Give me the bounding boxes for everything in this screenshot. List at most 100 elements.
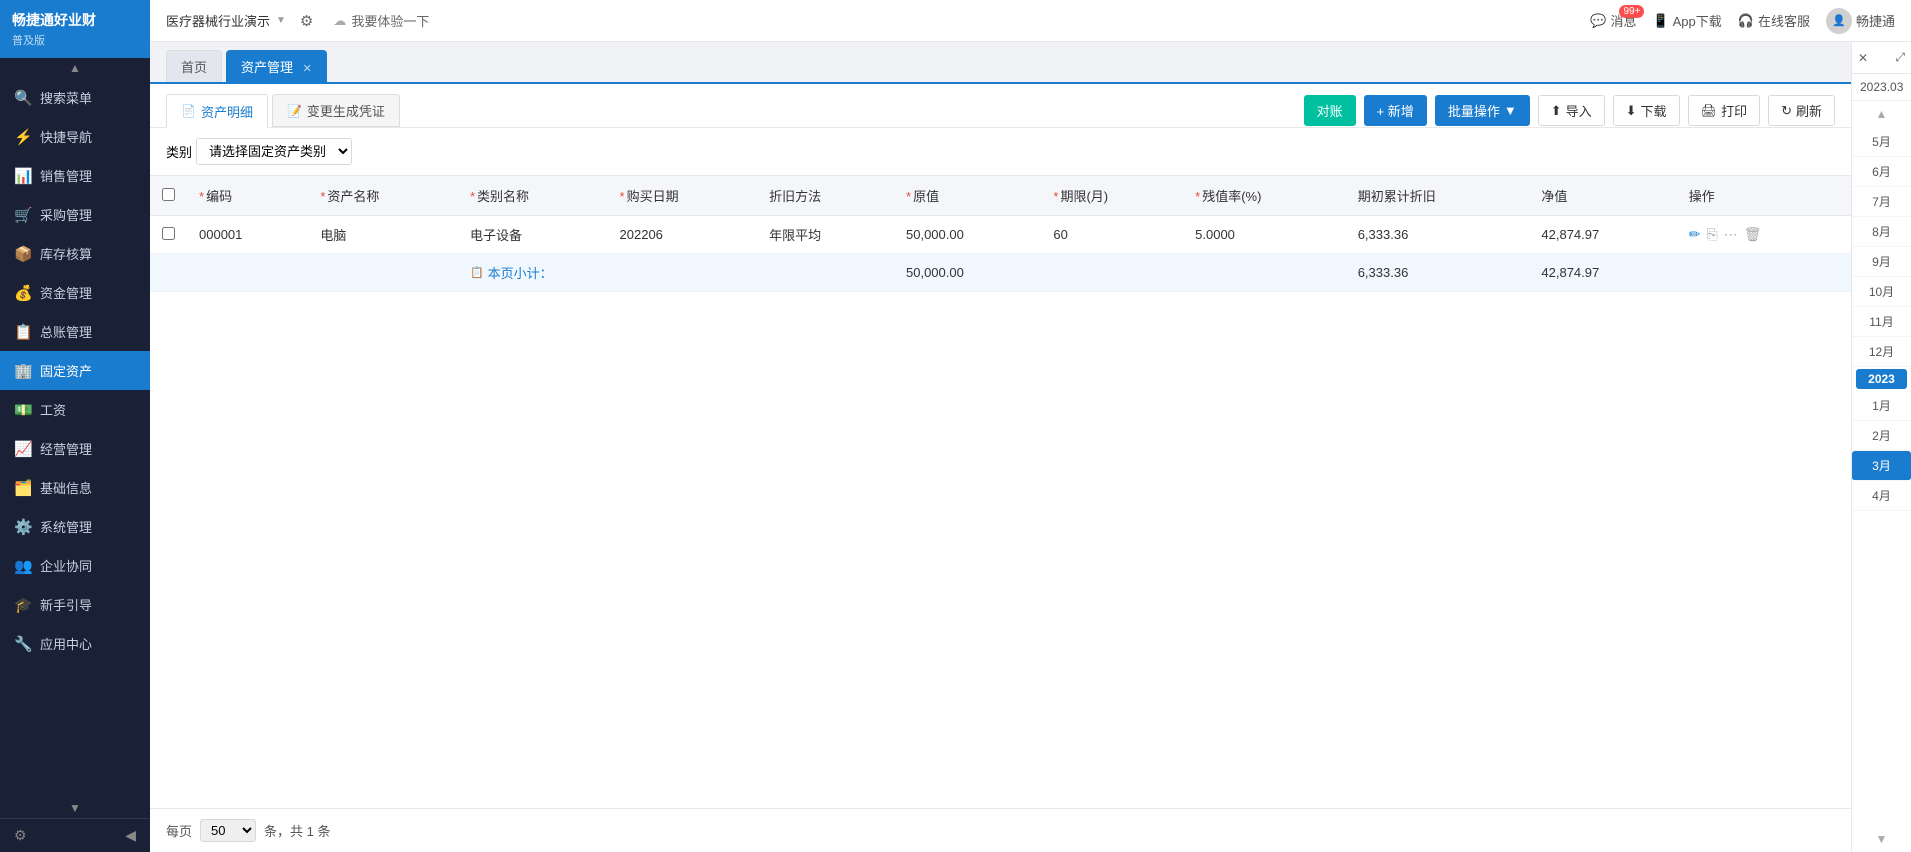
row-net-value-0: 42,874.97 <box>1529 216 1676 254</box>
month-item-prev[interactable]: 7月 <box>1852 187 1911 217</box>
company-dropdown-arrow: ▼ <box>276 15 286 26</box>
sidebar-item-collab[interactable]: 👥企业协同 <box>0 546 150 585</box>
subtotal-original-value: 50,000.00 <box>894 254 1041 292</box>
month-item-current[interactable]: 1月 <box>1852 391 1911 421</box>
sidebar-scroll-down[interactable]: ▼ <box>0 798 150 818</box>
panel-up-arrow[interactable]: ▲ <box>1874 105 1890 123</box>
sidebar-icon-inventory: 📦 <box>14 245 32 263</box>
sidebar-item-fixed[interactable]: 🏢固定资产 <box>0 351 150 390</box>
reconcile-button[interactable]: 对账 <box>1304 95 1356 126</box>
sub-tab-asset-detail[interactable]: 📄 资产明细 <box>166 94 268 128</box>
sidebar-item-purchase[interactable]: 🛒采购管理 <box>0 195 150 234</box>
settings-icon[interactable]: ⚙ <box>14 827 27 844</box>
tab-close-icon[interactable]: ✕ <box>303 63 312 75</box>
sidebar-item-ops[interactable]: 📈经营管理 <box>0 429 150 468</box>
company-selector[interactable]: 医疗器械行业演示 ▼ <box>166 11 286 30</box>
page-content: 首页 资产管理 ✕ 📄 资产明细 📝 变更生成凭证 <box>150 42 1851 852</box>
current-year-label[interactable]: 2023 <box>1856 369 1907 389</box>
user-avatar[interactable]: 👤 畅捷通 <box>1826 8 1895 34</box>
import-button[interactable]: ⬆ 导入 <box>1538 95 1605 126</box>
download-button[interactable]: ⬇ 下载 <box>1613 95 1680 126</box>
sidebar-item-capital[interactable]: 💰资金管理 <box>0 273 150 312</box>
new-button[interactable]: + 新增 <box>1364 95 1427 126</box>
month-item-prev[interactable]: 6月 <box>1852 157 1911 187</box>
sub-tab-voucher[interactable]: 📝 变更生成凭证 <box>272 94 400 127</box>
sub-tabs: 📄 资产明细 📝 变更生成凭证 对账 + 新增 <box>150 84 1851 128</box>
month-item-prev[interactable]: 11月 <box>1852 307 1911 337</box>
tab-home[interactable]: 首页 <box>166 50 222 82</box>
month-item-current[interactable]: 4月 <box>1852 481 1911 511</box>
row-name-0: 电脑 <box>308 216 458 254</box>
sidebar-item-payroll[interactable]: 💵工资 <box>0 390 150 429</box>
sidebar-label-payroll: 工资 <box>40 400 66 419</box>
sidebar-label-purchase: 采购管理 <box>40 205 92 224</box>
row-checkbox-0[interactable] <box>162 227 175 240</box>
copy-icon-0[interactable]: ⎘ <box>1707 226 1718 243</box>
batch-button[interactable]: 批量操作 ▼ <box>1435 95 1530 126</box>
sidebar-item-basic[interactable]: 🗂️基础信息 <box>0 468 150 507</box>
logo-title: 畅捷通好业财 <box>12 10 96 30</box>
delete-icon-0[interactable]: 🗑 <box>1744 226 1762 243</box>
category-select[interactable]: 请选择固定资产类别 <box>196 138 352 165</box>
sidebar-item-search[interactable]: 🔍搜索菜单 <box>0 78 150 117</box>
sidebar-item-system[interactable]: ⚙️系统管理 <box>0 507 150 546</box>
sidebar-icon-sales: 📊 <box>14 167 32 185</box>
collapse-icon[interactable]: ◀ <box>125 827 136 844</box>
month-item-current[interactable]: 2月 <box>1852 421 1911 451</box>
panel-nav-up: ▲ <box>1852 101 1911 127</box>
sidebar-icon-guide: 🎓 <box>14 596 32 614</box>
sidebar-icon-apps: 🔧 <box>14 635 32 653</box>
row-code-0: 000001 <box>187 216 308 254</box>
month-item-prev[interactable]: 8月 <box>1852 217 1911 247</box>
username-label: 畅捷通 <box>1856 11 1895 30</box>
panel-close-icon[interactable]: ✕ <box>1858 51 1868 65</box>
month-item-current[interactable]: 3月 <box>1852 451 1911 481</box>
sidebar-bottom: ⚙ ◀ <box>0 818 150 852</box>
tab-asset-management[interactable]: 资产管理 ✕ <box>226 50 327 82</box>
panel-expand-icon[interactable]: ⤢ <box>1895 50 1905 65</box>
online-service-button[interactable]: 🎧 在线客服 <box>1738 11 1810 30</box>
month-item-prev[interactable]: 5月 <box>1852 127 1911 157</box>
th-code: *编码 <box>187 176 308 216</box>
per-page-select[interactable]: 50 10 20 100 <box>200 819 256 842</box>
inner-page: 📄 资产明细 📝 变更生成凭证 对账 + 新增 <box>150 82 1851 852</box>
th-category: *类别名称 <box>458 176 608 216</box>
sidebar-item-ledger[interactable]: 📋总账管理 <box>0 312 150 351</box>
sidebar-scroll-up[interactable]: ▲ <box>0 58 150 78</box>
message-button[interactable]: 💬 消息 99+ <box>1590 11 1636 30</box>
sidebar-item-sales[interactable]: 📊销售管理 <box>0 156 150 195</box>
sidebar-label-guide: 新手引导 <box>40 595 92 614</box>
logo-subtitle: 普及版 <box>12 32 45 48</box>
sidebar-icon-collab: 👥 <box>14 557 32 575</box>
message-badge: 99+ <box>1619 5 1644 18</box>
more-icon-0[interactable]: ⋯ <box>1724 226 1738 243</box>
sidebar: 畅捷通好业财 普及版 ▲ 🔍搜索菜单⚡快捷导航📊销售管理🛒采购管理 📦 库存核算 💰资… <box>0 0 150 852</box>
voucher-icon: 📝 <box>287 104 302 118</box>
edit-icon-0[interactable]: ✏ <box>1689 226 1701 243</box>
month-item-prev[interactable]: 10月 <box>1852 277 1911 307</box>
sidebar-label-inventory: 库存核算 <box>40 244 92 263</box>
app-download-button[interactable]: 📱 App下载 <box>1652 11 1721 30</box>
sidebar-item-inventory[interactable]: 📦 库存核算 <box>0 234 150 273</box>
sub-tab-voucher-label: 变更生成凭证 <box>307 101 385 120</box>
settings-gear-icon[interactable]: ⚙ <box>300 12 313 30</box>
row-original-value-0: 50,000.00 <box>894 216 1041 254</box>
month-item-prev[interactable]: 9月 <box>1852 247 1911 277</box>
sidebar-item-apps[interactable]: 🔧 应用中心 <box>0 624 150 663</box>
row-dep-method-0: 年限平均 <box>757 216 894 254</box>
sidebar-item-quick[interactable]: ⚡快捷导航 <box>0 117 150 156</box>
panel-down-arrow[interactable]: ▼ <box>1874 830 1890 848</box>
experience-button[interactable]: ☁ 我要体验一下 <box>333 11 429 30</box>
sidebar-label-apps: 应用中心 <box>40 634 92 653</box>
th-actions: 操作 <box>1677 176 1851 216</box>
month-item-prev[interactable]: 12月 <box>1852 337 1911 367</box>
subtotal-net-value: 42,874.97 <box>1529 254 1676 292</box>
print-label: 打印 <box>1721 101 1747 120</box>
category-filter: 类别 请选择固定资产类别 <box>166 138 352 165</box>
refresh-button[interactable]: ↻ 刷新 <box>1768 95 1835 126</box>
pagination: 每页 50 10 20 100 条，共 1 条 <box>150 808 1851 852</box>
sidebar-item-guide[interactable]: 🎓 新手引导 <box>0 585 150 624</box>
th-name: *资产名称 <box>308 176 458 216</box>
print-button[interactable]: 🖨 打印 <box>1688 95 1761 126</box>
select-all-checkbox[interactable] <box>162 188 175 201</box>
